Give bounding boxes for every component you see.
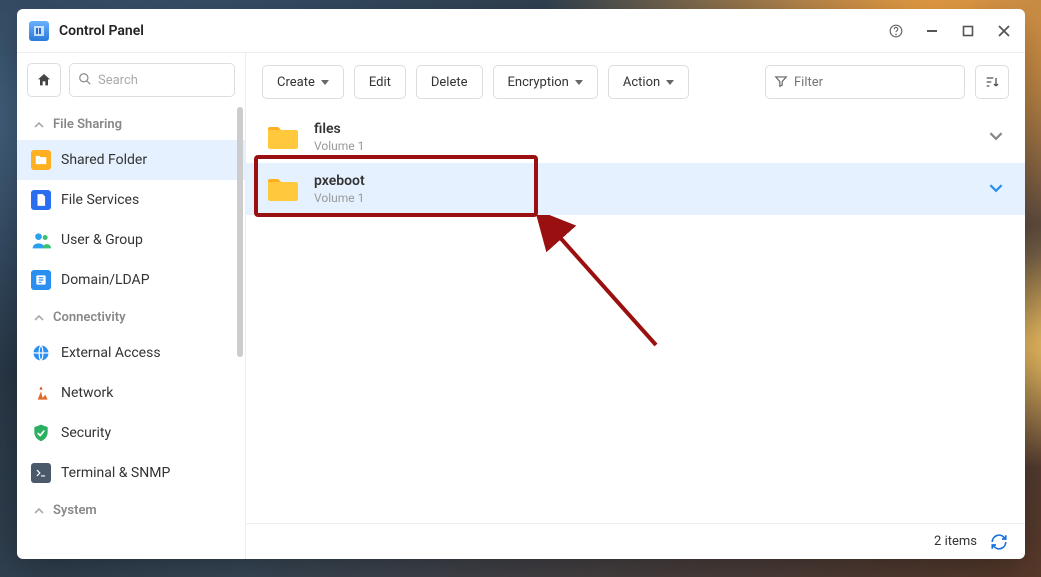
encryption-label: Encryption <box>508 75 569 90</box>
sidebar-group-system[interactable]: System <box>17 493 245 526</box>
close-button[interactable] <box>995 22 1013 40</box>
sidebar-item-label: Security <box>61 425 111 441</box>
help-button[interactable] <box>887 22 905 40</box>
caret-down-icon <box>321 80 329 85</box>
user-group-icon <box>31 230 51 250</box>
window-title: Control Panel <box>59 23 887 39</box>
sidebar-item-label: User & Group <box>61 232 143 248</box>
folder-name: files <box>314 121 975 137</box>
chevron-up-icon <box>33 312 45 324</box>
file-services-icon <box>31 190 51 210</box>
app-icon <box>29 21 49 41</box>
sidebar-item-file-services[interactable]: File Services <box>17 180 245 220</box>
filter-icon <box>774 73 788 92</box>
group-label: Connectivity <box>53 310 126 325</box>
action-label: Action <box>623 75 660 90</box>
search-icon <box>78 71 92 90</box>
sidebar-scrollbar[interactable] <box>237 107 243 357</box>
domain-ldap-icon <box>31 270 51 290</box>
table-row[interactable]: files Volume 1 <box>246 111 1025 163</box>
group-label: File Sharing <box>53 117 122 132</box>
terminal-icon <box>31 463 51 483</box>
edit-button[interactable]: Edit <box>354 65 406 99</box>
sidebar-group-connectivity[interactable]: Connectivity <box>17 300 245 333</box>
sidebar-item-label: Shared Folder <box>61 152 147 168</box>
caret-down-icon <box>575 80 583 85</box>
network-icon <box>31 383 51 403</box>
action-button[interactable]: Action <box>608 65 689 99</box>
chevron-up-icon <box>33 119 45 131</box>
folder-icon <box>266 123 300 151</box>
search-field-wrap[interactable] <box>69 63 235 97</box>
sidebar-item-network[interactable]: Network <box>17 373 245 413</box>
control-panel-window: Control Panel File Sharing <box>17 9 1025 559</box>
item-count: 2 items <box>934 534 977 549</box>
sidebar-item-security[interactable]: Security <box>17 413 245 453</box>
sidebar-item-label: External Access <box>61 345 161 361</box>
statusbar: 2 items <box>246 523 1025 559</box>
create-button[interactable]: Create <box>262 65 344 99</box>
edit-label: Edit <box>369 75 391 90</box>
toolbar: Create Edit Delete Encryption Action <box>246 53 1025 111</box>
delete-label: Delete <box>431 75 468 90</box>
chevron-up-icon <box>33 505 45 517</box>
maximize-button[interactable] <box>959 22 977 40</box>
folder-icon <box>31 150 51 170</box>
chevron-down-icon[interactable] <box>989 180 1005 199</box>
encryption-button[interactable]: Encryption <box>493 65 598 99</box>
sidebar-item-shared-folder[interactable]: Shared Folder <box>17 140 245 180</box>
titlebar: Control Panel <box>17 9 1025 53</box>
delete-button[interactable]: Delete <box>416 65 483 99</box>
refresh-button[interactable] <box>989 532 1009 552</box>
sidebar-item-label: Domain/LDAP <box>61 272 150 288</box>
folder-name: pxeboot <box>314 173 975 189</box>
title-controls <box>887 22 1013 40</box>
chevron-down-icon[interactable] <box>989 128 1005 147</box>
caret-down-icon <box>666 80 674 85</box>
filter-field-wrap[interactable] <box>765 65 965 99</box>
body: File Sharing Shared Folder File Services… <box>17 53 1025 559</box>
row-text: files Volume 1 <box>314 121 975 153</box>
sidebar: File Sharing Shared Folder File Services… <box>17 53 246 559</box>
sidebar-item-external-access[interactable]: External Access <box>17 333 245 373</box>
search-input[interactable] <box>98 73 226 88</box>
row-text: pxeboot Volume 1 <box>314 173 975 205</box>
folder-location: Volume 1 <box>314 139 975 153</box>
folder-icon <box>266 175 300 203</box>
sidebar-group-file-sharing[interactable]: File Sharing <box>17 107 245 140</box>
sidebar-item-label: File Services <box>61 192 139 208</box>
sidebar-item-label: Network <box>61 385 113 401</box>
create-label: Create <box>277 75 315 90</box>
group-label: System <box>53 503 97 518</box>
filter-input[interactable] <box>794 75 956 90</box>
external-access-icon <box>31 343 51 363</box>
folder-location: Volume 1 <box>314 191 975 205</box>
sidebar-item-domain-ldap[interactable]: Domain/LDAP <box>17 260 245 300</box>
table-row[interactable]: pxeboot Volume 1 <box>246 163 1025 215</box>
sidebar-scroll[interactable]: File Sharing Shared Folder File Services… <box>17 107 245 559</box>
sidebar-item-label: Terminal & SNMP <box>61 465 170 481</box>
sidebar-item-terminal-snmp[interactable]: Terminal & SNMP <box>17 453 245 493</box>
shield-icon <box>31 423 51 443</box>
sidebar-item-user-group[interactable]: User & Group <box>17 220 245 260</box>
home-button[interactable] <box>27 63 61 97</box>
sort-button[interactable] <box>975 65 1009 99</box>
folder-list: files Volume 1 pxeboot Volume 1 <box>246 111 1025 523</box>
minimize-button[interactable] <box>923 22 941 40</box>
main-panel: Create Edit Delete Encryption Action <box>246 53 1025 559</box>
